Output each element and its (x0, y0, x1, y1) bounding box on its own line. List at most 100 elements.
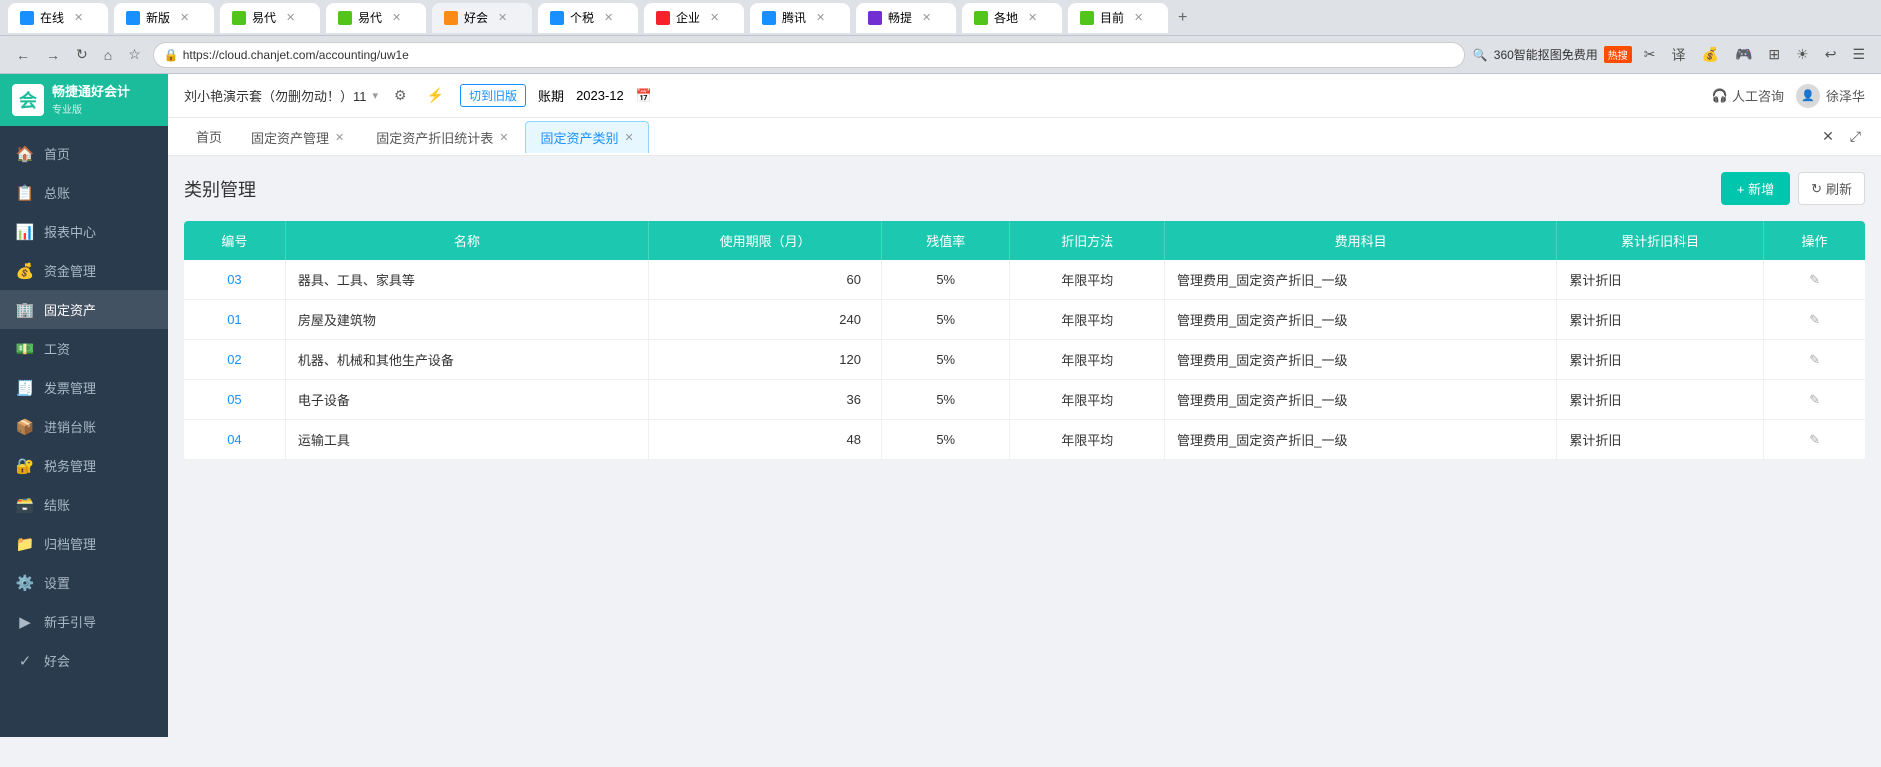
cell-depreciation: 累计折旧 (1557, 340, 1764, 380)
scissors-icon[interactable]: ✂ (1640, 44, 1660, 65)
sidebar-item-label: 进销台账 (44, 417, 96, 436)
switch-old-version-button[interactable]: 切到旧版 (460, 84, 526, 107)
user-info[interactable]: 刘小艳演示套（勿删勿动！）11 ▾ (184, 86, 378, 105)
browser-tab-mudi[interactable]: 目前 ✕ (1068, 3, 1168, 33)
bookmark-button[interactable]: ☆ (124, 44, 145, 65)
expand-button[interactable]: ⤢ (1846, 126, 1865, 147)
cell-id[interactable]: 05 (184, 380, 285, 420)
sidebar-item-settings[interactable]: ⚙️ 设置 (0, 563, 168, 602)
browser-tab-yidai1[interactable]: 易代 ✕ (220, 3, 320, 33)
cell-name: 电子设备 (285, 380, 648, 420)
sidebar-item-tax[interactable]: 🔐 税务管理 (0, 446, 168, 485)
tab-home[interactable]: 首页 (184, 121, 234, 152)
browser-tab-changtui[interactable]: 畅提 ✕ (856, 3, 956, 33)
new-tab-button[interactable]: + (1174, 9, 1191, 27)
cell-id[interactable]: 03 (184, 260, 285, 300)
sidebar-item-salary[interactable]: 💵 工资 (0, 329, 168, 368)
browser-tab-enterprise[interactable]: 企业 ✕ (644, 3, 744, 33)
refresh-button[interactable]: ↻ (72, 44, 92, 65)
page-actions: + 新增 ↻ 刷新 (1721, 172, 1865, 205)
tax-icon: 🔐 (16, 457, 34, 475)
browser-tab-haohui[interactable]: 好会 ✕ (432, 3, 532, 33)
main-content: 刘小艳演示套（勿删勿动！）11 ▾ ⚙ ⚡ 切到旧版 账期 2023-12 📅 … (168, 74, 1881, 737)
invoice-icon: 🧾 (16, 379, 34, 397)
edit-button[interactable]: ✎ (1809, 432, 1820, 447)
cell-period: 36 (649, 380, 882, 420)
tab-close-btn[interactable]: ✕ (1134, 11, 1143, 24)
service-button[interactable]: 🎧 人工咨询 (1712, 86, 1784, 105)
calendar-icon: 📅 (636, 88, 652, 104)
undo-button[interactable]: ↩ (1821, 44, 1841, 65)
tab-close-btn[interactable]: ✕ (1028, 11, 1037, 24)
sidebar-item-label: 资金管理 (44, 261, 96, 280)
sidebar-item-reports[interactable]: 📊 报表中心 (0, 212, 168, 251)
user-avatar-area[interactable]: 👤 徐泽华 (1796, 84, 1865, 108)
cell-id[interactable]: 02 (184, 340, 285, 380)
browser-tab-tencent[interactable]: 腾讯 ✕ (750, 3, 850, 33)
tab-fixed-assets-management[interactable]: 固定资产管理 ✕ (236, 121, 359, 153)
cell-rate: 5% (881, 260, 1009, 300)
cell-method: 年限平均 (1010, 340, 1165, 380)
brightness-button[interactable]: ☀ (1792, 44, 1813, 65)
browser-tab-new[interactable]: 新版 ✕ (114, 3, 214, 33)
sidebar-item-haohui[interactable]: ✓ 好会 (0, 641, 168, 680)
tab-close-btn[interactable]: ✕ (392, 11, 401, 24)
menu-button[interactable]: ☰ (1848, 44, 1869, 65)
tab-close-btn[interactable]: ✕ (286, 11, 295, 24)
edit-button[interactable]: ✎ (1809, 312, 1820, 327)
add-new-button[interactable]: + 新增 (1721, 172, 1790, 205)
sidebar-item-funds[interactable]: 💰 资金管理 (0, 251, 168, 290)
close-tab-button[interactable]: ✕ (1818, 126, 1838, 147)
settings-gear-button[interactable]: ⚙ (390, 85, 411, 106)
cell-period: 240 (649, 300, 882, 340)
edit-button[interactable]: ✎ (1809, 352, 1820, 367)
tab-label: 新版 (146, 9, 170, 26)
browser-tab-yidai2[interactable]: 易代 ✕ (326, 3, 426, 33)
cell-period: 60 (649, 260, 882, 300)
tab-close-btn[interactable]: ✕ (922, 11, 931, 24)
tab-close-icon[interactable]: ✕ (499, 131, 508, 144)
refresh-data-button[interactable]: ↻ 刷新 (1798, 172, 1865, 205)
grid-button[interactable]: ⊞ (1764, 44, 1784, 65)
edit-button[interactable]: ✎ (1809, 392, 1820, 407)
browser-tab-online[interactable]: 在线 ✕ (8, 3, 108, 33)
tab-fixed-assets-depreciation[interactable]: 固定资产折旧统计表 ✕ (361, 121, 523, 153)
browser-tab-gedi[interactable]: 各地 ✕ (962, 3, 1062, 33)
tab-close-btn[interactable]: ✕ (710, 11, 719, 24)
tab-close-btn[interactable]: ✕ (604, 11, 613, 24)
tab-close-icon[interactable]: ✕ (625, 131, 634, 144)
top-bar: 刘小艳演示套（勿删勿动！）11 ▾ ⚙ ⚡ 切到旧版 账期 2023-12 📅 … (168, 74, 1881, 118)
home-button[interactable]: ⌂ (100, 45, 116, 65)
tab-close-btn[interactable]: ✕ (74, 11, 83, 24)
tab-label: 个税 (570, 9, 594, 26)
sidebar-item-home[interactable]: 🏠 首页 (0, 134, 168, 173)
tab-label: 易代 (358, 9, 382, 26)
logo-text: 畅捷通好会计 专业版 (52, 84, 130, 116)
cell-period: 120 (649, 340, 882, 380)
tab-close-icon[interactable]: ✕ (335, 131, 344, 144)
translate-button[interactable]: 译 (1668, 43, 1690, 67)
game-button[interactable]: 🎮 (1731, 44, 1756, 65)
sidebar-item-ledger[interactable]: 📋 总账 (0, 173, 168, 212)
tab-fixed-assets-category[interactable]: 固定资产类别 ✕ (525, 121, 648, 153)
back-button[interactable]: ← (12, 45, 34, 65)
sidebar-item-guide[interactable]: ▶ 新手引导 (0, 602, 168, 641)
cell-method: 年限平均 (1010, 420, 1165, 460)
cell-id[interactable]: 01 (184, 300, 285, 340)
sidebar-item-purchase-sales[interactable]: 📦 进销台账 (0, 407, 168, 446)
tab-close-btn[interactable]: ✕ (816, 11, 825, 24)
tab-close-btn[interactable]: ✕ (498, 11, 507, 24)
url-input[interactable]: 🔒 https://cloud.chanjet.com/accounting/u… (153, 42, 1465, 68)
tab-close-btn[interactable]: ✕ (180, 11, 189, 24)
sidebar-item-archive[interactable]: 📁 归档管理 (0, 524, 168, 563)
lightning-button[interactable]: ⚡ (423, 85, 448, 106)
sidebar-item-invoice[interactable]: 🧾 发票管理 (0, 368, 168, 407)
sidebar-item-label: 总账 (44, 183, 70, 202)
cell-id[interactable]: 04 (184, 420, 285, 460)
sidebar-item-fixed-assets[interactable]: 🏢 固定资产 (0, 290, 168, 329)
sidebar-item-settlement[interactable]: 🗃️ 结账 (0, 485, 168, 524)
wallet-button[interactable]: 💰 (1698, 44, 1723, 65)
browser-tab-tax[interactable]: 个税 ✕ (538, 3, 638, 33)
forward-button[interactable]: → (42, 45, 64, 65)
edit-button[interactable]: ✎ (1809, 272, 1820, 287)
